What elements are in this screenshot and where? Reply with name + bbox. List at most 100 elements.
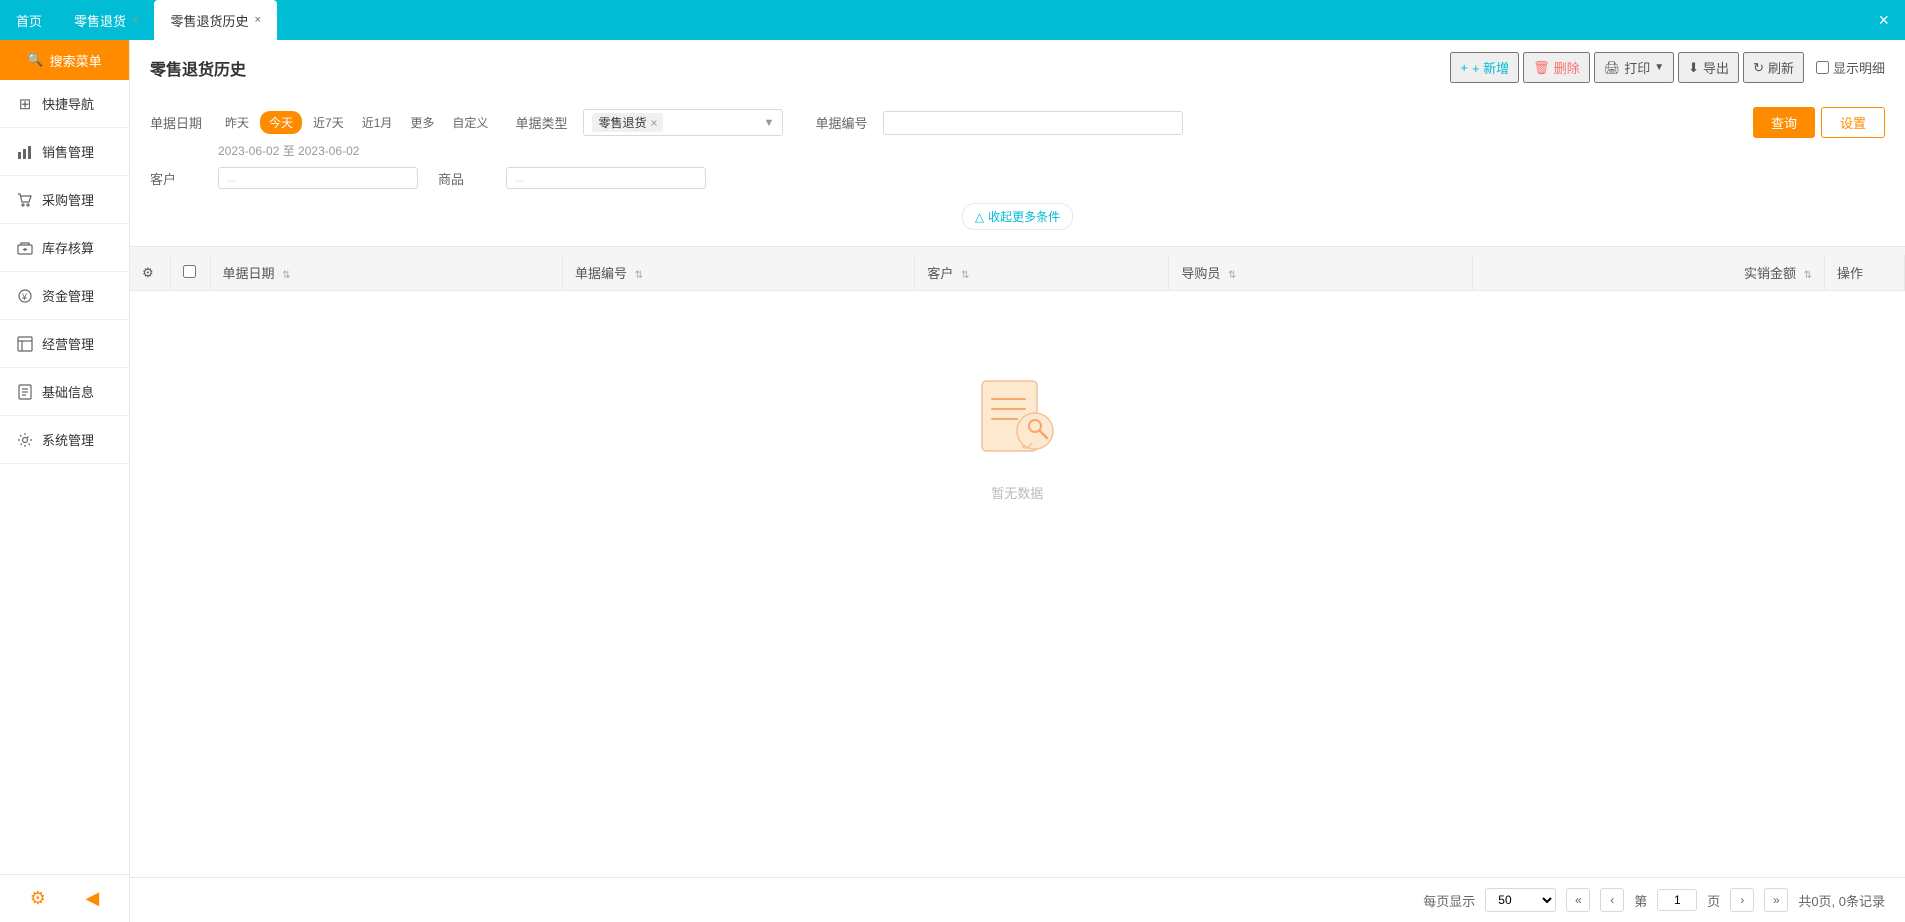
quick-nav-icon: ⊞ xyxy=(16,95,34,113)
type-filter-arrow-icon: ▼ xyxy=(764,117,775,129)
th-settings[interactable]: ⚙ xyxy=(130,255,170,291)
refresh-icon: ↻ xyxy=(1753,60,1764,76)
show-detail-input[interactable] xyxy=(1816,61,1829,74)
sidebar-item-purchase-label: 采购管理 xyxy=(42,190,94,209)
page-title: 零售退货历史 xyxy=(150,56,246,80)
sidebar-item-sales[interactable]: 销售管理 xyxy=(0,128,129,176)
table-body: 暂无数据 xyxy=(130,291,1905,583)
search-icon: 🔍 xyxy=(27,52,43,68)
page-next-icon: › xyxy=(1740,893,1744,907)
collapse-button[interactable]: △ 收起更多条件 xyxy=(962,203,1073,230)
page-input[interactable] xyxy=(1657,889,1697,911)
th-date[interactable]: 单据日期 ⇅ xyxy=(210,255,562,291)
date-btn-yesterday[interactable]: 昨天 xyxy=(218,111,256,134)
sidebar-search[interactable]: 🔍 搜索菜单 xyxy=(0,40,129,80)
th-date-label: 单据日期 xyxy=(223,266,275,281)
filter-area: 单据日期 昨天 今天 近7天 近1月 更多 自定义 单据类型 xyxy=(150,95,1885,246)
date-btn-today[interactable]: 今天 xyxy=(260,111,302,134)
page-next-button[interactable]: › xyxy=(1730,888,1754,912)
date-btn-1month[interactable]: 近1月 xyxy=(355,111,400,134)
collapse-icon: △ xyxy=(975,210,984,224)
voucher-filter-input[interactable] xyxy=(883,111,1183,135)
sort-guide-icon: ⇅ xyxy=(1228,270,1236,281)
empty-state: 暂无数据 xyxy=(130,291,1905,582)
export-button[interactable]: ⬇ 导出 xyxy=(1678,52,1739,83)
date-range-display: 2023-06-02 至 2023-06-02 xyxy=(218,142,1885,159)
sidebar-item-quick-nav[interactable]: ⊞ 快捷导航 xyxy=(0,80,129,128)
print-icon: 🖨 xyxy=(1604,60,1621,76)
tab-retail-return-history-close[interactable]: × xyxy=(254,14,260,26)
sidebar-item-operation[interactable]: 经营管理 xyxy=(0,320,129,368)
page-label: 页 xyxy=(1707,891,1720,910)
sidebar-item-finance[interactable]: ¥ 资金管理 xyxy=(0,272,129,320)
page-first-button[interactable]: « xyxy=(1566,888,1590,912)
type-tag-remove[interactable]: × xyxy=(650,116,657,130)
date-btn-more[interactable]: 更多 xyxy=(403,111,441,134)
main-layout: 🔍 搜索菜单 ⊞ 快捷导航 销售管理 采购管理 库存核算 xyxy=(0,40,1905,922)
tab-retail-return-history[interactable]: 零售退货历史 × xyxy=(154,0,276,40)
sidebar-item-purchase[interactable]: 采购管理 xyxy=(0,176,129,224)
window-close-button[interactable]: × xyxy=(1862,10,1905,31)
tab-retail-return-label: 零售退货 xyxy=(74,11,126,30)
tab-home-label: 首页 xyxy=(16,11,42,30)
purchase-icon xyxy=(16,191,34,209)
goods-filter-item: 商品 ... xyxy=(438,167,706,189)
filter-row-2: 客户 ... 商品 ... xyxy=(150,167,1885,189)
th-guide[interactable]: 导购员 ⇅ xyxy=(1169,255,1472,291)
th-amount[interactable]: 实销金额 ⇅ xyxy=(1472,255,1825,291)
sidebar-item-system[interactable]: 系统管理 xyxy=(0,416,129,464)
sidebar-item-system-label: 系统管理 xyxy=(42,430,94,449)
query-button[interactable]: 查询 xyxy=(1753,107,1815,138)
sidebar-bottom: ⚙ ◀ xyxy=(0,874,129,922)
type-filter-select[interactable]: 零售退货 × ▼ xyxy=(583,109,783,136)
sidebar-item-operation-label: 经营管理 xyxy=(42,334,94,353)
tab-retail-return-close[interactable]: × xyxy=(132,14,138,26)
th-amount-label: 实销金额 xyxy=(1744,266,1796,281)
setting-button[interactable]: 设置 xyxy=(1821,107,1885,138)
action-buttons: 查询 设置 xyxy=(1753,107,1885,138)
customer-filter-input[interactable]: ... xyxy=(218,167,418,189)
tab-home[interactable]: 首页 xyxy=(0,0,58,40)
sidebar: 🔍 搜索菜单 ⊞ 快捷导航 销售管理 采购管理 库存核算 xyxy=(0,40,130,922)
voucher-filter-item: 单据编号 xyxy=(815,111,1733,135)
refresh-button[interactable]: ↻ 刷新 xyxy=(1743,52,1804,83)
data-table: ⚙ 单据日期 ⇅ 单据编号 ⇅ xyxy=(130,255,1905,582)
page-size-select[interactable]: 10 20 50 100 xyxy=(1485,888,1556,912)
page-last-icon: » xyxy=(1773,893,1780,907)
check-all-input[interactable] xyxy=(183,265,196,278)
goods-filter-input[interactable]: ... xyxy=(506,167,706,189)
collapse-sidebar-icon[interactable]: ◀ xyxy=(85,888,99,909)
sidebar-item-basic-info[interactable]: 基础信息 xyxy=(0,368,129,416)
voucher-filter-label: 单据编号 xyxy=(815,113,875,132)
date-btn-7days[interactable]: 近7天 xyxy=(306,111,351,134)
goods-filter-label: 商品 xyxy=(438,169,498,188)
show-detail-checkbox[interactable]: 显示明细 xyxy=(1816,58,1885,77)
empty-state-row: 暂无数据 xyxy=(130,291,1905,583)
date-range-text: 2023-06-02 至 2023-06-02 xyxy=(218,144,359,158)
page-prev-button[interactable]: ‹ xyxy=(1600,888,1624,912)
settings-bottom-icon[interactable]: ⚙ xyxy=(30,888,46,909)
th-check[interactable] xyxy=(170,255,210,291)
th-no[interactable]: 单据编号 ⇅ xyxy=(562,255,914,291)
delete-button[interactable]: 🗑 🗑 删除 删除 xyxy=(1523,52,1590,83)
inventory-icon xyxy=(16,239,34,257)
type-filter-item: 单据类型 零售退货 × ▼ xyxy=(515,109,795,136)
customer-filter-label: 客户 xyxy=(150,169,210,188)
tab-retail-return-history-label: 零售退货历史 xyxy=(170,11,248,30)
page-prev-icon: ‹ xyxy=(1610,893,1614,907)
page-last-button[interactable]: » xyxy=(1764,888,1788,912)
sidebar-item-inventory[interactable]: 库存核算 xyxy=(0,224,129,272)
type-tag-text: 零售退货 xyxy=(598,114,646,131)
date-btn-custom[interactable]: 自定义 xyxy=(445,111,495,134)
sidebar-item-basic-info-label: 基础信息 xyxy=(42,382,94,401)
date-filter-item: 单据日期 昨天 今天 近7天 近1月 更多 自定义 xyxy=(150,111,495,134)
th-actions-label: 操作 xyxy=(1837,266,1863,281)
tab-retail-return[interactable]: 零售退货 × xyxy=(58,0,154,40)
empty-state-cell: 暂无数据 xyxy=(130,291,1905,583)
total-info: 共0页, 0条记录 xyxy=(1798,891,1885,910)
filter-row-1: 单据日期 昨天 今天 近7天 近1月 更多 自定义 单据类型 xyxy=(150,107,1885,138)
table-header: ⚙ 单据日期 ⇅ 单据编号 ⇅ xyxy=(130,255,1905,291)
th-customer[interactable]: 客户 ⇅ xyxy=(915,255,1169,291)
new-button[interactable]: + + 新增 xyxy=(1450,52,1519,83)
print-button[interactable]: 🖨 打印 ▼ xyxy=(1594,52,1674,83)
